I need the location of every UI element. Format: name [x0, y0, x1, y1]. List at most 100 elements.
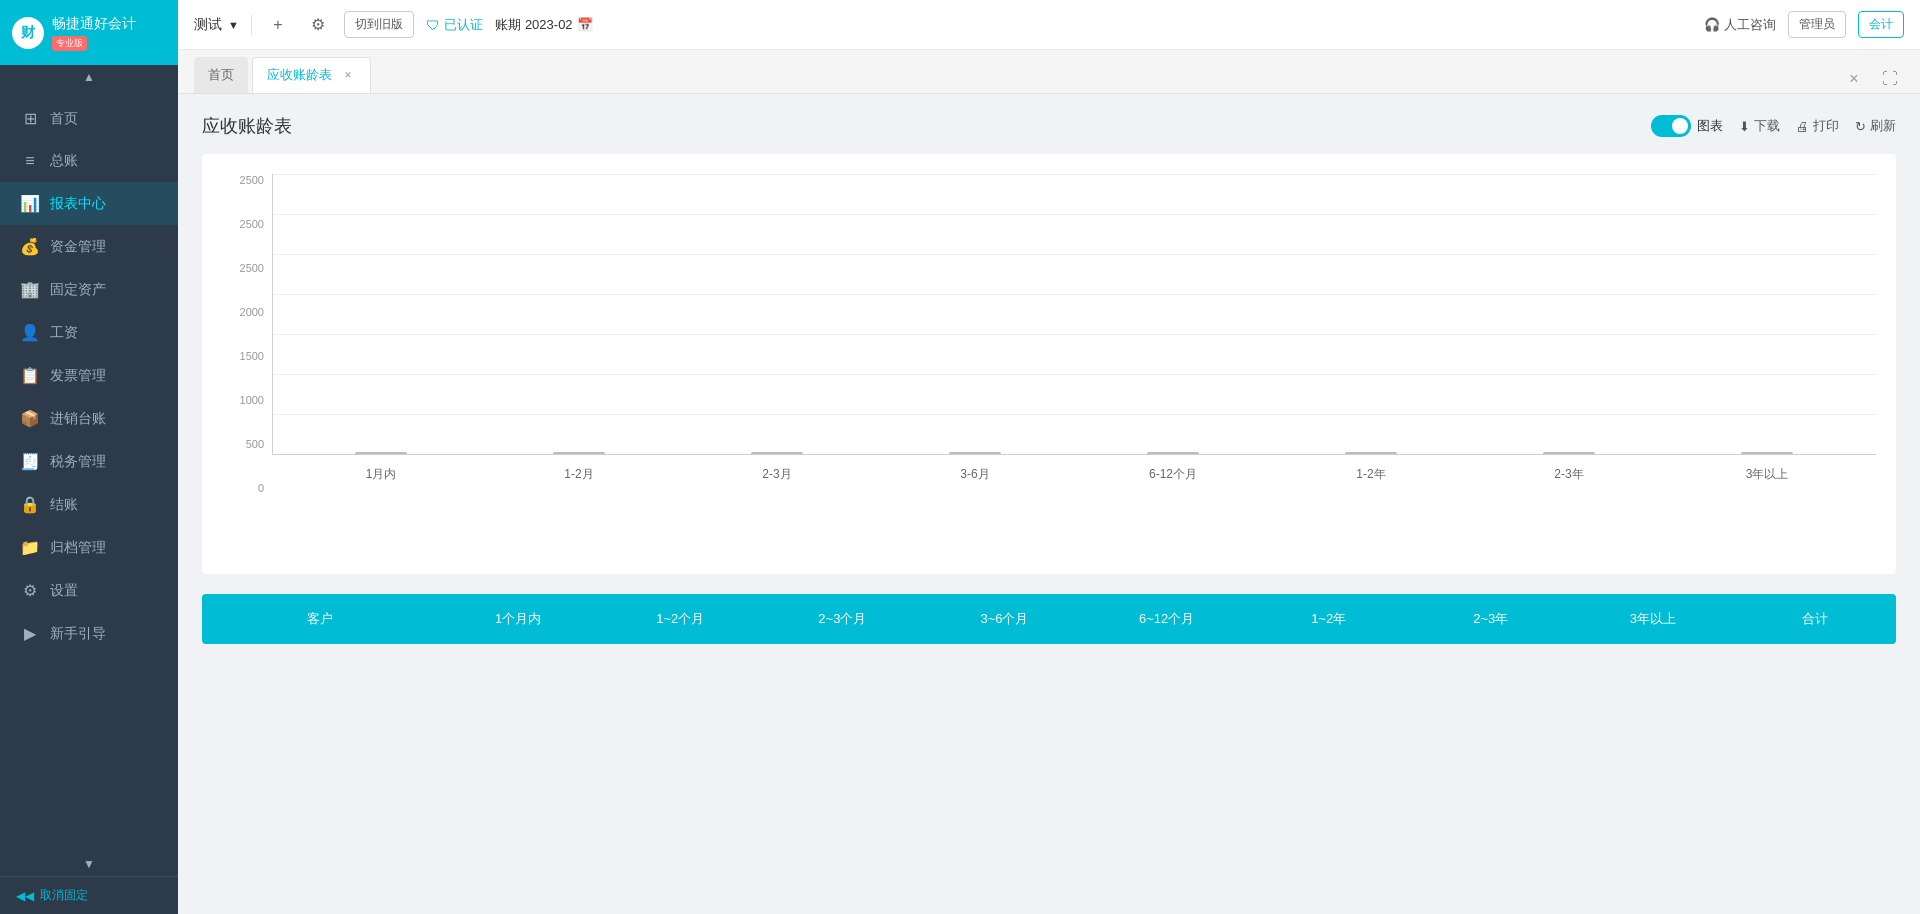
sidebar: 财 畅捷通好会计 专业版 ▲ ⊞ 首页 ≡ 总账 📊 报表中心 💰 资金管理 🏢… [0, 0, 178, 914]
sidebar-item-label: 归档管理 [50, 539, 106, 557]
sidebar-item-tax[interactable]: 🧾 税务管理 [0, 440, 178, 483]
y-label-2000: 2000 [240, 306, 264, 318]
chevron-down-icon: ▼ [228, 19, 239, 31]
expand-icon[interactable]: ⛶ [1876, 65, 1904, 93]
x-label-3plus-year: 3年以上 [1668, 466, 1866, 483]
archive-icon: 📁 [20, 538, 40, 557]
x-label-2-3month: 2-3月 [678, 466, 876, 483]
assets-icon: 🏢 [20, 280, 40, 299]
print-icon: 🖨 [1796, 119, 1809, 134]
toggle-switch[interactable] [1651, 115, 1691, 137]
accounting-period[interactable]: 账期 2023-02 📅 [495, 16, 593, 34]
sidebar-item-label: 首页 [50, 110, 78, 128]
x-label-6-12month: 6-12个月 [1074, 466, 1272, 483]
y-label-2500-top: 2500 [240, 174, 264, 186]
sidebar-item-home[interactable]: ⊞ 首页 [0, 97, 178, 140]
calendar-icon: 📅 [577, 17, 593, 32]
x-label-1month: 1月内 [282, 466, 480, 483]
download-button[interactable]: ⬇ 下载 [1739, 117, 1780, 135]
add-button[interactable]: + [264, 11, 292, 39]
funds-icon: 💰 [20, 237, 40, 256]
sidebar-item-label: 税务管理 [50, 453, 106, 471]
unpin-button[interactable]: ◀◀ 取消固定 [0, 876, 178, 914]
refresh-icon: ↻ [1855, 119, 1866, 134]
switch-old-version-button[interactable]: 切到旧版 [344, 11, 414, 38]
y-label-1000: 1000 [240, 394, 264, 406]
print-button[interactable]: 🖨 打印 [1796, 117, 1839, 135]
y-label-0: 0 [258, 482, 264, 494]
logo-text: 畅捷通好会计 专业版 [52, 14, 136, 51]
chart-toggle[interactable]: 图表 [1651, 115, 1723, 137]
workspace-name: 测试 [194, 16, 222, 34]
close-accounts-icon: 🔒 [20, 495, 40, 514]
tab-home[interactable]: 首页 [194, 57, 248, 93]
sidebar-item-payroll[interactable]: 👤 工资 [0, 311, 178, 354]
period-label: 账期 [495, 16, 521, 34]
sidebar-item-archive[interactable]: 📁 归档管理 [0, 526, 178, 569]
th-1-2year: 1~2年 [1248, 594, 1410, 644]
th-total: 合计 [1734, 594, 1896, 644]
th-1-2month: 1~2个月 [599, 594, 761, 644]
tab-bar-right: × ⛶ [1840, 65, 1904, 93]
home-icon: ⊞ [20, 109, 40, 128]
chart-area: 2500 2500 2500 2000 1500 1000 500 0 [222, 174, 1876, 534]
y-label-2500-3: 2500 [240, 262, 264, 274]
sidebar-nav: ⊞ 首页 ≡ 总账 📊 报表中心 💰 资金管理 🏢 固定资产 👤 工资 📋 发票… [0, 89, 178, 852]
page-actions: 图表 ⬇ 下载 🖨 打印 ↻ 刷新 [1651, 115, 1896, 137]
settings-icon: ⚙ [20, 581, 40, 600]
chart-plot-area: 1月内 1-2月 2-3月 3-6月 6-12个月 1-2年 2-3年 3年以上 [272, 174, 1876, 494]
role-button[interactable]: 会计 [1858, 11, 1904, 38]
sidebar-item-label: 结账 [50, 496, 78, 514]
x-label-3-6month: 3-6月 [876, 466, 1074, 483]
x-label-1-2year: 1-2年 [1272, 466, 1470, 483]
logo-icon: 财 [12, 17, 44, 49]
download-icon: ⬇ [1739, 119, 1750, 134]
guide-icon: ▶ [20, 624, 40, 643]
headset-icon: 🎧 [1704, 17, 1720, 32]
sidebar-item-close[interactable]: 🔒 结账 [0, 483, 178, 526]
scroll-down-btn[interactable]: ▼ [0, 852, 178, 876]
inventory-icon: 📦 [20, 409, 40, 428]
refresh-button[interactable]: ↻ 刷新 [1855, 117, 1896, 135]
scroll-up-btn[interactable]: ▲ [0, 65, 178, 89]
reports-icon: 📊 [20, 194, 40, 213]
x-axis-labels: 1月内 1-2月 2-3月 3-6月 6-12个月 1-2年 2-3年 3年以上 [272, 454, 1876, 494]
sidebar-item-ledger[interactable]: ≡ 总账 [0, 140, 178, 182]
sidebar-item-inventory[interactable]: 📦 进销台账 [0, 397, 178, 440]
y-label-2500-2: 2500 [240, 218, 264, 230]
sidebar-item-settings[interactable]: ⚙ 设置 [0, 569, 178, 612]
th-3plus-year: 3年以上 [1572, 594, 1734, 644]
user-button[interactable]: 管理员 [1788, 11, 1846, 38]
workspace-selector[interactable]: 测试 ▼ [194, 16, 239, 34]
sidebar-item-label: 进销台账 [50, 410, 106, 428]
tab-close-icon[interactable]: × [340, 67, 356, 83]
tab-aging-report[interactable]: 应收账龄表 × [252, 57, 371, 93]
sidebar-item-funds[interactable]: 💰 资金管理 [0, 225, 178, 268]
topbar-right: 🎧 人工咨询 管理员 会计 [1704, 11, 1904, 38]
settings-button[interactable]: ⚙ [304, 11, 332, 39]
y-label-500: 500 [246, 438, 264, 450]
topbar-divider-1 [251, 15, 252, 35]
sidebar-item-invoice[interactable]: 📋 发票管理 [0, 354, 178, 397]
bars-container [272, 174, 1876, 454]
chart-container: 2500 2500 2500 2000 1500 1000 500 0 [202, 154, 1896, 574]
th-1month: 1个月内 [437, 594, 599, 644]
topbar: 测试 ▼ + ⚙ 切到旧版 🛡 已认证 账期 2023-02 📅 🎧 人工咨询 … [178, 0, 1920, 50]
main-area: 测试 ▼ + ⚙ 切到旧版 🛡 已认证 账期 2023-02 📅 🎧 人工咨询 … [178, 0, 1920, 914]
close-icon[interactable]: × [1840, 65, 1868, 93]
th-3-6month: 3~6个月 [923, 594, 1085, 644]
sidebar-item-guide[interactable]: ▶ 新手引导 [0, 612, 178, 655]
sidebar-item-reports[interactable]: 📊 报表中心 [0, 182, 178, 225]
sidebar-item-label: 新手引导 [50, 625, 106, 643]
sidebar-item-assets[interactable]: 🏢 固定资产 [0, 268, 178, 311]
sidebar-item-label: 发票管理 [50, 367, 106, 385]
service-button[interactable]: 🎧 人工咨询 [1704, 16, 1776, 34]
sidebar-item-label: 总账 [50, 152, 78, 170]
payroll-icon: 👤 [20, 323, 40, 342]
page-content: 应收账龄表 图表 ⬇ 下载 🖨 打印 ↻ 刷新 [178, 94, 1920, 914]
sidebar-logo[interactable]: 财 畅捷通好会计 专业版 [0, 0, 178, 65]
chart-toggle-label: 图表 [1697, 117, 1723, 135]
x-label-2-3year: 2-3年 [1470, 466, 1668, 483]
th-customer: 客户 [202, 594, 437, 644]
certified-badge: 🛡 已认证 [426, 16, 483, 34]
